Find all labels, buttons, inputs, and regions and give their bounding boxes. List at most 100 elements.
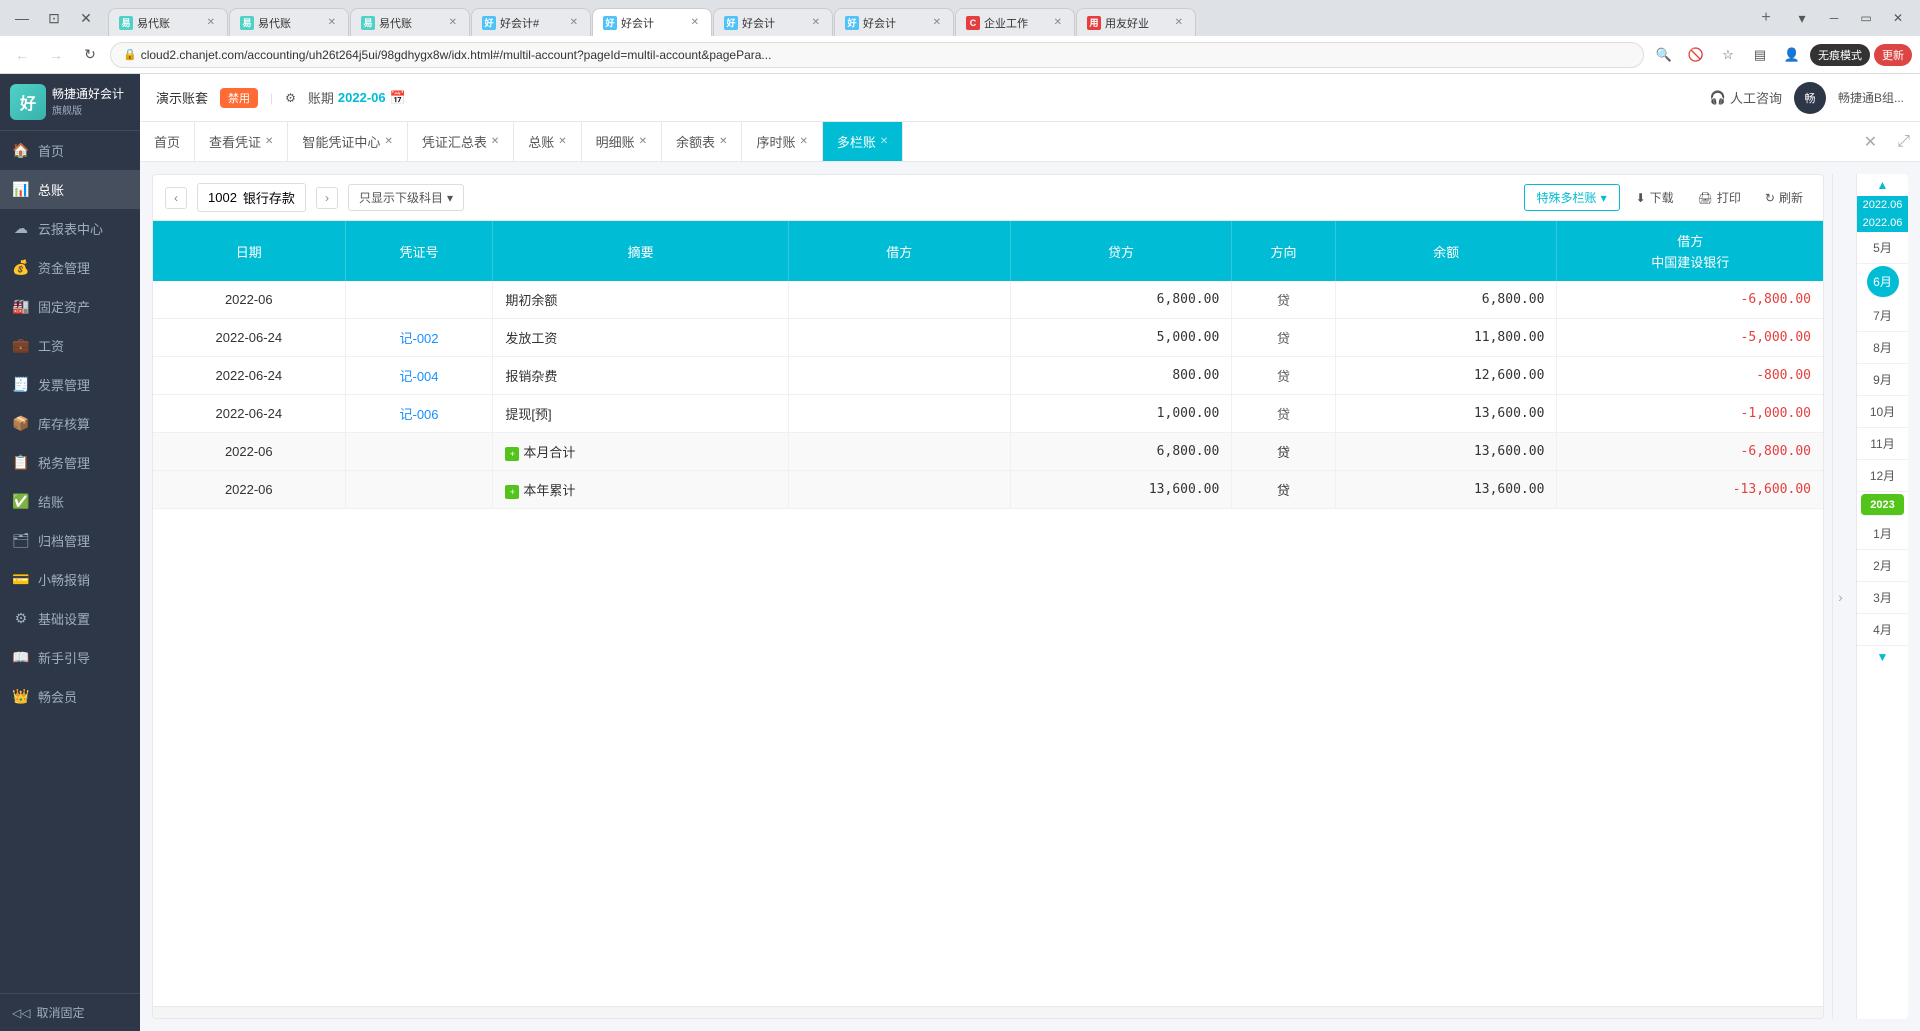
tab-close-icon[interactable]: ✕ (931, 17, 943, 28)
win-restore[interactable]: ▭ (1852, 4, 1880, 32)
calendar-month-10月[interactable]: 10月 (1857, 396, 1908, 428)
account-prev-button[interactable]: ‹ (165, 187, 187, 209)
tab-close-icon[interactable]: ✕ (810, 17, 822, 28)
sidebar-item-home[interactable]: 🏠 首页 (0, 131, 140, 170)
special-multicolumn-button[interactable]: 特殊多栏账 ▾ (1524, 184, 1620, 211)
calendar-month-7月[interactable]: 7月 (1857, 300, 1908, 332)
tab-close-icon[interactable]: ✕ (447, 17, 459, 28)
horizontal-scrollbar[interactable] (153, 1006, 1823, 1018)
forward-button[interactable]: → (42, 41, 70, 69)
filter-dropdown[interactable]: 只显示下级科目 ▾ (348, 184, 464, 211)
page-tab-close-8[interactable]: ✕ (880, 136, 888, 147)
search-icon[interactable]: 🔍 (1650, 41, 1678, 69)
page-tab-2[interactable]: 智能凭证中心 ✕ (288, 122, 407, 162)
tab-close-icon[interactable]: ✕ (689, 17, 701, 28)
calendar-2023-month-4月[interactable]: 4月 (1857, 614, 1908, 646)
sidebar-item-invoice[interactable]: 🧾 发票管理 (0, 365, 140, 404)
page-tab-close-7[interactable]: ✕ (799, 136, 807, 147)
page-tab-4[interactable]: 总账 ✕ (514, 122, 581, 162)
update-button[interactable]: 更新 (1874, 44, 1912, 66)
page-tab-close-1[interactable]: ✕ (265, 136, 273, 147)
page-tab-close-4[interactable]: ✕ (558, 136, 566, 147)
sidebar-item-guide[interactable]: 📖 新手引导 (0, 638, 140, 677)
page-tab-6[interactable]: 余额表 ✕ (662, 122, 742, 162)
tab-close-icon[interactable]: ✕ (326, 17, 338, 28)
account-icon[interactable]: 👤 (1778, 41, 1806, 69)
sidebar-item-member[interactable]: 👑 畅会员 (0, 677, 140, 716)
calendar-2023-month-1月[interactable]: 1月 (1857, 518, 1908, 550)
close-btn[interactable]: ✕ (72, 4, 100, 32)
sidebar-item-expense[interactable]: 💳 小畅报销 (0, 560, 140, 599)
tabs-expand-btn[interactable]: ⤢ (1887, 133, 1920, 151)
tab-list-btn[interactable]: ▾ (1788, 4, 1816, 32)
new-tab-button[interactable]: + (1752, 4, 1780, 32)
page-tab-close-6[interactable]: ✕ (719, 136, 727, 147)
page-tab-5[interactable]: 明细账 ✕ (582, 122, 662, 162)
account-selector[interactable]: 1002 银行存款 (197, 183, 306, 212)
calendar-scroll-up[interactable]: ▲ (1857, 174, 1908, 196)
sidebar-item-settings[interactable]: ⚙ 基础设置 (0, 599, 140, 638)
no-trace-button[interactable]: 无痕模式 (1810, 44, 1870, 66)
sidebar-item-archive[interactable]: 🗂 归档管理 (0, 521, 140, 560)
calendar-2023-month-3月[interactable]: 3月 (1857, 582, 1908, 614)
page-tab-close-5[interactable]: ✕ (639, 136, 647, 147)
browser-tab-t8[interactable]: C 企业工作 ✕ (955, 8, 1075, 36)
sidebar-item-tax[interactable]: 📋 税务管理 (0, 443, 140, 482)
url-input[interactable]: 🔒 cloud2.chanjet.com/accounting/uh26t264… (110, 42, 1644, 68)
refresh-button[interactable]: ↻ 刷新 (1757, 185, 1811, 210)
browser-tab-t2[interactable]: 易 易代账 ✕ (229, 8, 349, 36)
minimize-btn[interactable]: — (8, 4, 36, 32)
sidebar-item-salary[interactable]: 💼 工资 (0, 326, 140, 365)
page-tab-close-2[interactable]: ✕ (384, 136, 392, 147)
restore-btn[interactable]: ⊡ (40, 4, 68, 32)
period-selector[interactable]: 账期 2022-06 📅 (308, 88, 406, 107)
page-tab-close-3[interactable]: ✕ (491, 136, 499, 147)
page-tab-0[interactable]: 首页 (140, 122, 195, 162)
sidebar-item-asset[interactable]: 🏭 固定资产 (0, 287, 140, 326)
sidebar-item-fund[interactable]: 💰 资金管理 (0, 248, 140, 287)
sidebar-btn[interactable]: ▤ (1746, 41, 1774, 69)
tab-close-icon[interactable]: ✕ (205, 17, 217, 28)
win-close[interactable]: ✕ (1884, 4, 1912, 32)
calendar-month-9月[interactable]: 9月 (1857, 364, 1908, 396)
page-tab-7[interactable]: 序时账 ✕ (742, 122, 822, 162)
browser-tab-t7[interactable]: 好 好会计 ✕ (834, 8, 954, 36)
cell-voucher[interactable]: 记-004 (345, 357, 493, 395)
calendar-2023-month-2月[interactable]: 2月 (1857, 550, 1908, 582)
page-tab-1[interactable]: 查看凭证 ✕ (195, 122, 288, 162)
browser-tab-t9[interactable]: 用 用友好业 ✕ (1076, 8, 1196, 36)
cell-voucher[interactable]: 记-006 (345, 395, 493, 433)
download-button[interactable]: ⬇ 下载 (1628, 185, 1682, 210)
calendar-month-12月[interactable]: 12月 (1857, 460, 1908, 492)
calendar-month-5月[interactable]: 5月 (1857, 232, 1908, 264)
back-button[interactable]: ← (8, 41, 36, 69)
sidebar-item-inventory[interactable]: 📦 库存核算 (0, 404, 140, 443)
calendar-month-6月[interactable]: 6月 (1867, 266, 1899, 298)
user-avatar[interactable]: 畅 (1794, 82, 1826, 114)
support-button[interactable]: 🎧 人工咨询 (1710, 88, 1782, 107)
sidebar-item-closing[interactable]: ✅ 结账 (0, 482, 140, 521)
browser-tab-t1[interactable]: 易 易代账 ✕ (108, 8, 228, 36)
browser-tab-t6[interactable]: 好 好会计 ✕ (713, 8, 833, 36)
calendar-month-8月[interactable]: 8月 (1857, 332, 1908, 364)
page-tab-8[interactable]: 多栏账 ✕ (823, 122, 903, 162)
tabs-collapse-btn[interactable]: ✕ (1854, 132, 1887, 152)
star-icon[interactable]: ☆ (1714, 41, 1742, 69)
tab-close-icon[interactable]: ✕ (568, 17, 580, 28)
calendar-month-11月[interactable]: 11月 (1857, 428, 1908, 460)
block-icon[interactable]: 🚫 (1682, 41, 1710, 69)
reload-button[interactable]: ↻ (76, 41, 104, 69)
side-collapse-btn[interactable]: › (1832, 174, 1848, 1019)
account-next-button[interactable]: › (316, 187, 338, 209)
print-button[interactable]: 🖨 打印 (1690, 185, 1749, 210)
browser-tab-t5[interactable]: 好 好会计 ✕ (592, 8, 712, 36)
calendar-scroll-down[interactable]: ▼ (1857, 646, 1908, 668)
browser-tab-t3[interactable]: 易 易代账 ✕ (350, 8, 470, 36)
tab-close-icon[interactable]: ✕ (1052, 17, 1064, 28)
browser-tab-t4[interactable]: 好 好会计# ✕ (471, 8, 591, 36)
cell-voucher[interactable]: 记-002 (345, 319, 493, 357)
win-minimize[interactable]: ─ (1820, 4, 1848, 32)
settings-icon[interactable]: ⚙ (285, 91, 296, 105)
sidebar-item-report[interactable]: ☁ 云报表中心 (0, 209, 140, 248)
sidebar-item-ledger[interactable]: 📊 总账 (0, 170, 140, 209)
